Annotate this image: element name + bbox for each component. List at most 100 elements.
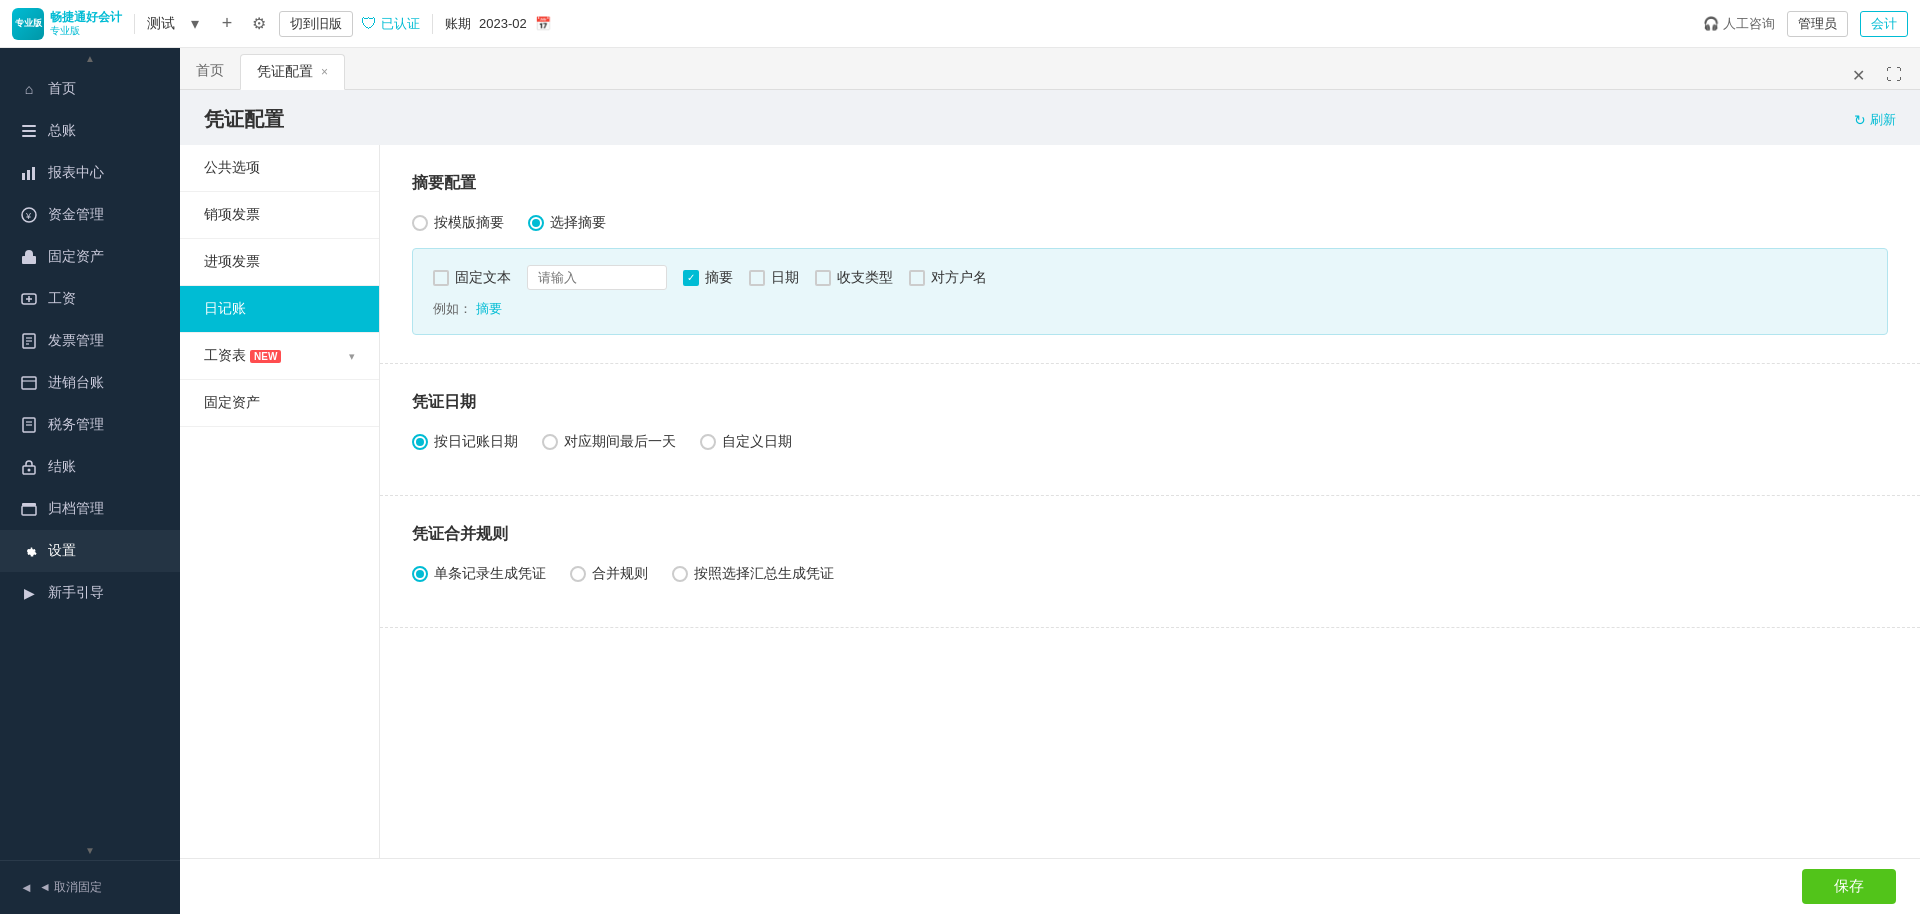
settings-btn[interactable]: ⚙ [247, 12, 271, 36]
radio-template-summary[interactable]: 按模版摘要 [412, 214, 504, 232]
voucher-date-title: 凭证日期 [412, 392, 1888, 413]
tab-home[interactable]: 首页 [180, 53, 240, 89]
home-icon: ⌂ [20, 80, 38, 98]
page-title: 凭证配置 [204, 106, 284, 133]
config-nav-fixed-assets[interactable]: 固定资产 [180, 380, 379, 427]
service-btn[interactable]: 🎧 人工咨询 [1703, 15, 1775, 33]
sidebar-item-trade[interactable]: 进销台账 [0, 362, 180, 404]
sidebar-item-home[interactable]: ⌂ 首页 [0, 68, 180, 110]
admin-btn[interactable]: 管理员 [1787, 11, 1848, 37]
trade-icon [20, 374, 38, 392]
checkbox-date[interactable]: 日期 [749, 269, 799, 287]
switch-version-btn[interactable]: 切到旧版 [279, 11, 353, 37]
sidebar-item-settings[interactable]: 设置 [0, 530, 180, 572]
config-nav: 公共选项 销项发票 进项发票 日记账 工资表 NEW ▾ [180, 145, 380, 858]
archive-icon [20, 500, 38, 518]
add-btn[interactable]: + [215, 12, 239, 36]
config-nav-sales[interactable]: 销项发票 [180, 192, 379, 239]
radio-journal-date[interactable]: 按日记账日期 [412, 433, 518, 451]
company-dropdown-btn[interactable]: ▾ [183, 12, 207, 36]
config-nav-journal[interactable]: 日记账 [180, 286, 379, 333]
config-layout: 公共选项 销项发票 进项发票 日记账 工资表 NEW ▾ [180, 145, 1920, 858]
checkbox-counterparty[interactable]: 对方户名 [909, 269, 987, 287]
radio-select-summary[interactable]: 选择摘要 [528, 214, 606, 232]
calendar-icon[interactable]: 📅 [535, 16, 551, 31]
sidebar-item-tax[interactable]: 税务管理 [0, 404, 180, 446]
app-name: 畅捷通好会计 [50, 10, 122, 24]
checkbox-summary-box: ✓ [683, 270, 699, 286]
radio-summary-gen-circle [672, 566, 688, 582]
radio-merge-rule[interactable]: 合并规则 [570, 565, 648, 583]
svg-rect-8 [22, 256, 36, 264]
tab-voucher-config[interactable]: 凭证配置 × [240, 54, 345, 90]
sidebar-item-ledger[interactable]: 总账 [0, 110, 180, 152]
merge-rules-title: 凭证合并规则 [412, 524, 1888, 545]
cancel-fixed-btn[interactable]: ◄ ◄ 取消固定 [0, 871, 180, 904]
company-info: 专业版 畅捷通好会计 专业版 [12, 8, 122, 40]
svg-point-20 [28, 469, 31, 472]
sidebar-scroll-down[interactable]: ▼ [0, 840, 180, 860]
expand-tab-btn[interactable]: ⛶ [1880, 61, 1908, 89]
save-bar: 保存 [180, 858, 1920, 914]
radio-period-last-circle [542, 434, 558, 450]
sidebar-item-report[interactable]: 报表中心 [0, 152, 180, 194]
svg-rect-3 [22, 173, 25, 180]
new-badge: NEW [250, 350, 281, 363]
fixed-text-input[interactable] [527, 265, 667, 290]
summary-config-box: 固定文本 ✓ 摘要 日期 [412, 248, 1888, 335]
checkbox-payment-type[interactable]: 收支类型 [815, 269, 893, 287]
checkbox-date-box [749, 270, 765, 286]
sidebar-item-guide[interactable]: ▶ 新手引导 [0, 572, 180, 614]
role-btn[interactable]: 会计 [1860, 11, 1908, 37]
sidebar-item-assets[interactable]: 固定资产 [0, 236, 180, 278]
sidebar-item-archive[interactable]: 归档管理 [0, 488, 180, 530]
topbar-divider2 [432, 14, 433, 34]
sidebar: ▲ ⌂ 首页 总账 报表中心 ¥ 资金管 [0, 48, 180, 914]
content-spacer [380, 628, 1920, 828]
sidebar-item-invoice[interactable]: 发票管理 [0, 320, 180, 362]
ledger-icon [20, 122, 38, 140]
svg-text:¥: ¥ [25, 211, 32, 221]
svg-rect-1 [22, 130, 36, 132]
checkbox-summary[interactable]: ✓ 摘要 [683, 269, 733, 287]
radio-custom-date[interactable]: 自定义日期 [700, 433, 792, 451]
main-layout: ▲ ⌂ 首页 总账 报表中心 ¥ 资金管 [0, 48, 1920, 914]
sidebar-scroll: ⌂ 首页 总账 报表中心 ¥ 资金管理 [0, 68, 180, 840]
checkbox-fixed-text-box [433, 270, 449, 286]
tax-icon [20, 416, 38, 434]
settings-gear-icon [20, 542, 38, 560]
config-nav-payroll[interactable]: 工资表 NEW ▾ [180, 333, 379, 380]
radio-single-record[interactable]: 单条记录生成凭证 [412, 565, 546, 583]
close-account-icon [20, 458, 38, 476]
payroll-chevron-icon: ▾ [349, 350, 355, 363]
checkbox-payment-type-box [815, 270, 831, 286]
svg-rect-14 [22, 377, 36, 389]
sidebar-item-salary[interactable]: 工资 [0, 278, 180, 320]
checkbox-fixed-text[interactable]: 固定文本 [433, 269, 511, 287]
example-text: 例如： 摘要 [433, 300, 1867, 318]
radio-period-last-day[interactable]: 对应期间最后一天 [542, 433, 676, 451]
sidebar-item-close[interactable]: 结账 [0, 446, 180, 488]
radio-summary-generate[interactable]: 按照选择汇总生成凭证 [672, 565, 834, 583]
salary-icon [20, 290, 38, 308]
radio-select-circle [528, 215, 544, 231]
config-nav-public[interactable]: 公共选项 [180, 145, 379, 192]
checkbox-counterparty-box [909, 270, 925, 286]
svg-rect-4 [27, 170, 30, 180]
radio-template-circle [412, 215, 428, 231]
summary-radio-group: 按模版摘要 选择摘要 [412, 214, 1888, 232]
refresh-btn[interactable]: ↻ 刷新 [1854, 111, 1896, 129]
merge-rules-section: 凭证合并规则 单条记录生成凭证 合并规则 [380, 496, 1920, 628]
config-nav-purchase[interactable]: 进项发票 [180, 239, 379, 286]
sidebar-item-capital[interactable]: ¥ 资金管理 [0, 194, 180, 236]
save-button[interactable]: 保存 [1802, 869, 1896, 904]
sidebar-scroll-up[interactable]: ▲ [0, 48, 180, 68]
period-info: 账期 2023-02 📅 [445, 15, 551, 33]
voucher-date-radio-group: 按日记账日期 对应期间最后一天 自定义日期 [412, 433, 1888, 451]
close-tab-btn[interactable]: ✕ [1844, 61, 1872, 89]
topbar: 专业版 畅捷通好会计 专业版 测试 ▾ + ⚙ 切到旧版 🛡 已认证 账期 20… [0, 0, 1920, 48]
tab-close-voucher-config[interactable]: × [321, 65, 328, 79]
app-edition: 专业版 [50, 25, 122, 37]
guide-icon: ▶ [20, 584, 38, 602]
company-name: 测试 [147, 15, 175, 33]
